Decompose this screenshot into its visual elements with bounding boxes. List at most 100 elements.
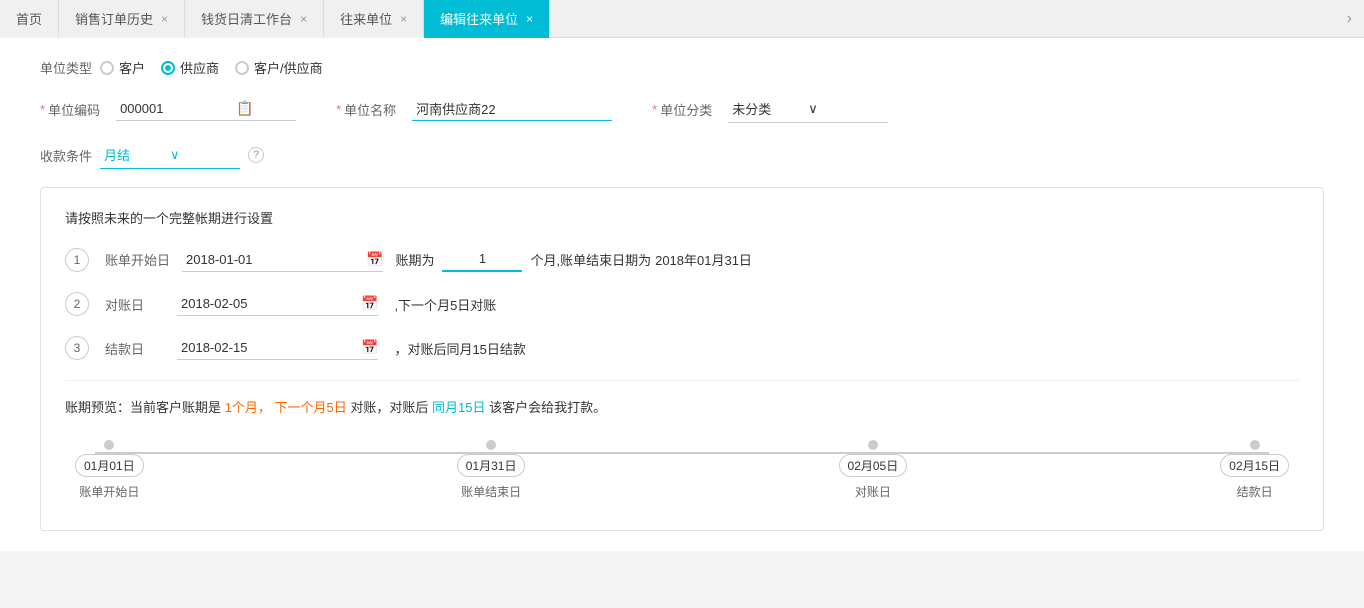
radio-supplier-label: 供应商 bbox=[180, 58, 219, 77]
payment-label: 收款条件 bbox=[40, 146, 92, 165]
tab-sales-history-label: 销售订单历史 bbox=[75, 9, 153, 28]
preview-part3: 同月15日 bbox=[432, 400, 485, 415]
radio-both-circle bbox=[235, 61, 249, 75]
code-label-wrap: * 单位编码 bbox=[40, 100, 100, 119]
code-label: 单位编码 bbox=[48, 100, 100, 119]
unit-type-label: 单位类型 bbox=[40, 58, 92, 77]
tab-cash-workbench-close[interactable]: × bbox=[300, 13, 307, 25]
unit-type-row: 单位类型 客户 供应商 客户/供应商 bbox=[40, 58, 1324, 77]
node-3-label: 对账日 bbox=[855, 483, 891, 500]
tab-cash-workbench[interactable]: 钱货日清工作台 × bbox=[185, 0, 324, 38]
radio-customer-circle bbox=[100, 61, 114, 75]
step-2-label: 对账日 bbox=[105, 295, 165, 314]
node-2-date: 01月31日 bbox=[457, 454, 526, 477]
category-dropdown-arrow: ∨ bbox=[808, 101, 884, 117]
preview-section: 账期预览：当前客户账期是 1个月， 下一个月5日 对账，对账后 同月15日 该客… bbox=[65, 380, 1299, 510]
name-label-wrap: * 单位名称 bbox=[336, 100, 396, 119]
preview-part1: 1个月， bbox=[225, 400, 271, 415]
payment-dropdown[interactable]: 月结 ∨ bbox=[100, 141, 240, 169]
step-2-highlight: 月5日 bbox=[437, 295, 470, 314]
tab-home-label: 首页 bbox=[16, 9, 42, 28]
node-1-label: 账单开始日 bbox=[79, 483, 139, 500]
step-3-date-input[interactable] bbox=[177, 336, 361, 359]
timeline-node-1: 01月01日 账单开始日 bbox=[75, 440, 144, 500]
payment-dropdown-arrow: ∨ bbox=[170, 147, 236, 163]
code-input[interactable] bbox=[116, 97, 236, 120]
step-2-row: 2 对账日 📅 ,下一个 月5日 对账 bbox=[65, 292, 1299, 316]
unit-type-radio-group: 客户 供应商 客户/供应商 bbox=[100, 58, 323, 77]
step-3-num: 3 bbox=[65, 336, 89, 360]
tab-cash-workbench-label: 钱货日清工作台 bbox=[201, 9, 292, 28]
category-label: 单位分类 bbox=[660, 100, 712, 119]
step-3-prefix: ，对账后 bbox=[394, 339, 446, 358]
node-1-date: 01月01日 bbox=[75, 454, 144, 477]
step-3-highlight: 同月15日 bbox=[446, 339, 499, 358]
node-4-label: 结款日 bbox=[1237, 483, 1273, 500]
payment-row: 收款条件 月结 ∨ ? bbox=[40, 141, 1324, 169]
name-label: 单位名称 bbox=[344, 100, 396, 119]
preview-text: 账期预览：当前客户账期是 1个月， 下一个月5日 对账，对账后 同月15日 该客… bbox=[65, 397, 1299, 416]
step-1-date-wrap: 📅 bbox=[182, 248, 383, 272]
step-1-suffix: 个月,账单结束日期为 bbox=[530, 250, 651, 269]
step-2-date-wrap: 📅 bbox=[177, 292, 378, 316]
step-1-end-date: 2018年01月31日 bbox=[655, 250, 752, 269]
step-2-date-input[interactable] bbox=[177, 292, 361, 315]
tab-bar: 首页 销售订单历史 × 钱货日清工作台 × 往来单位 × 编辑往来单位 × › bbox=[0, 0, 1364, 38]
tab-edit-partner-label: 编辑往来单位 bbox=[440, 9, 518, 28]
tab-sales-history-close[interactable]: × bbox=[161, 13, 168, 25]
radio-customer-label: 客户 bbox=[119, 58, 145, 77]
radio-both-label: 客户/供应商 bbox=[254, 58, 323, 77]
category-dropdown[interactable]: 未分类 ∨ bbox=[728, 95, 888, 123]
step-3-calendar-icon[interactable]: 📅 bbox=[361, 339, 378, 356]
preview-prefix: 账期预览：当前客户账期是 bbox=[65, 400, 221, 415]
step-3-row: 3 结款日 📅 ，对账后 同月15日 结款 bbox=[65, 336, 1299, 360]
radio-both[interactable]: 客户/供应商 bbox=[235, 58, 323, 77]
node-4-dot bbox=[1250, 440, 1260, 450]
name-input[interactable] bbox=[412, 97, 612, 121]
tab-partner-label: 往来单位 bbox=[340, 9, 392, 28]
tab-partner[interactable]: 往来单位 × bbox=[324, 0, 424, 38]
code-copy-icon[interactable]: 📋 bbox=[236, 100, 253, 117]
category-field-group: * 单位分类 未分类 ∨ bbox=[652, 95, 888, 123]
category-required-star: * bbox=[652, 102, 657, 117]
code-name-category-row: * 单位编码 📋 * 单位名称 * 单位分类 未分类 ∨ bbox=[40, 95, 1324, 123]
code-field-group: * 单位编码 📋 bbox=[40, 97, 296, 121]
category-label-wrap: * 单位分类 bbox=[652, 100, 712, 119]
box-instruction: 请按照未来的一个完整帐期进行设置 bbox=[65, 208, 1299, 227]
tab-expand-icon[interactable]: › bbox=[1335, 10, 1364, 28]
name-required-star: * bbox=[336, 102, 341, 117]
step-1-calendar-icon[interactable]: 📅 bbox=[366, 251, 383, 268]
node-4-date: 02月15日 bbox=[1220, 454, 1289, 477]
tab-sales-history[interactable]: 销售订单历史 × bbox=[59, 0, 185, 38]
radio-customer[interactable]: 客户 bbox=[100, 58, 145, 77]
timeline-node-4: 02月15日 结款日 bbox=[1220, 440, 1289, 500]
preview-mid: 对账，对账后 bbox=[350, 400, 428, 415]
step-3-date-wrap: 📅 bbox=[177, 336, 378, 360]
tab-partner-close[interactable]: × bbox=[400, 13, 407, 25]
step-3-label: 结款日 bbox=[105, 339, 165, 358]
node-3-date: 02月05日 bbox=[839, 454, 908, 477]
timeline-node-2: 01月31日 账单结束日 bbox=[457, 440, 526, 500]
settings-box: 请按照未来的一个完整帐期进行设置 1 账单开始日 📅 账期为 个月,账单结束日期… bbox=[40, 187, 1324, 531]
code-input-wrap: 📋 bbox=[116, 97, 296, 121]
category-dropdown-value: 未分类 bbox=[732, 99, 808, 118]
tab-edit-partner-close[interactable]: × bbox=[526, 13, 533, 25]
step-1-label: 账单开始日 bbox=[105, 250, 170, 269]
step-1-date-input[interactable] bbox=[182, 248, 366, 271]
step-2-calendar-icon[interactable]: 📅 bbox=[361, 295, 378, 312]
timeline-container: 01月01日 账单开始日 01月31日 账单结束日 02月05日 对账日 bbox=[65, 440, 1299, 510]
node-1-dot bbox=[104, 440, 114, 450]
payment-dropdown-value: 月结 bbox=[104, 145, 170, 164]
name-field-group: * 单位名称 bbox=[336, 97, 612, 121]
step-1-row: 1 账单开始日 📅 账期为 个月,账单结束日期为 2018年01月31日 bbox=[65, 247, 1299, 272]
node-2-label: 账单结束日 bbox=[461, 483, 521, 500]
tab-home[interactable]: 首页 bbox=[0, 0, 59, 38]
step-1-mid-text: 账期为 bbox=[395, 250, 434, 269]
tab-edit-partner[interactable]: 编辑往来单位 × bbox=[424, 0, 550, 38]
payment-help-icon[interactable]: ? bbox=[248, 147, 264, 163]
radio-supplier[interactable]: 供应商 bbox=[161, 58, 219, 77]
page-content: 单位类型 客户 供应商 客户/供应商 * 单位编码 bbox=[0, 38, 1364, 551]
timeline-nodes: 01月01日 账单开始日 01月31日 账单结束日 02月05日 对账日 bbox=[65, 440, 1299, 500]
period-input[interactable] bbox=[442, 247, 522, 272]
node-3-dot bbox=[868, 440, 878, 450]
